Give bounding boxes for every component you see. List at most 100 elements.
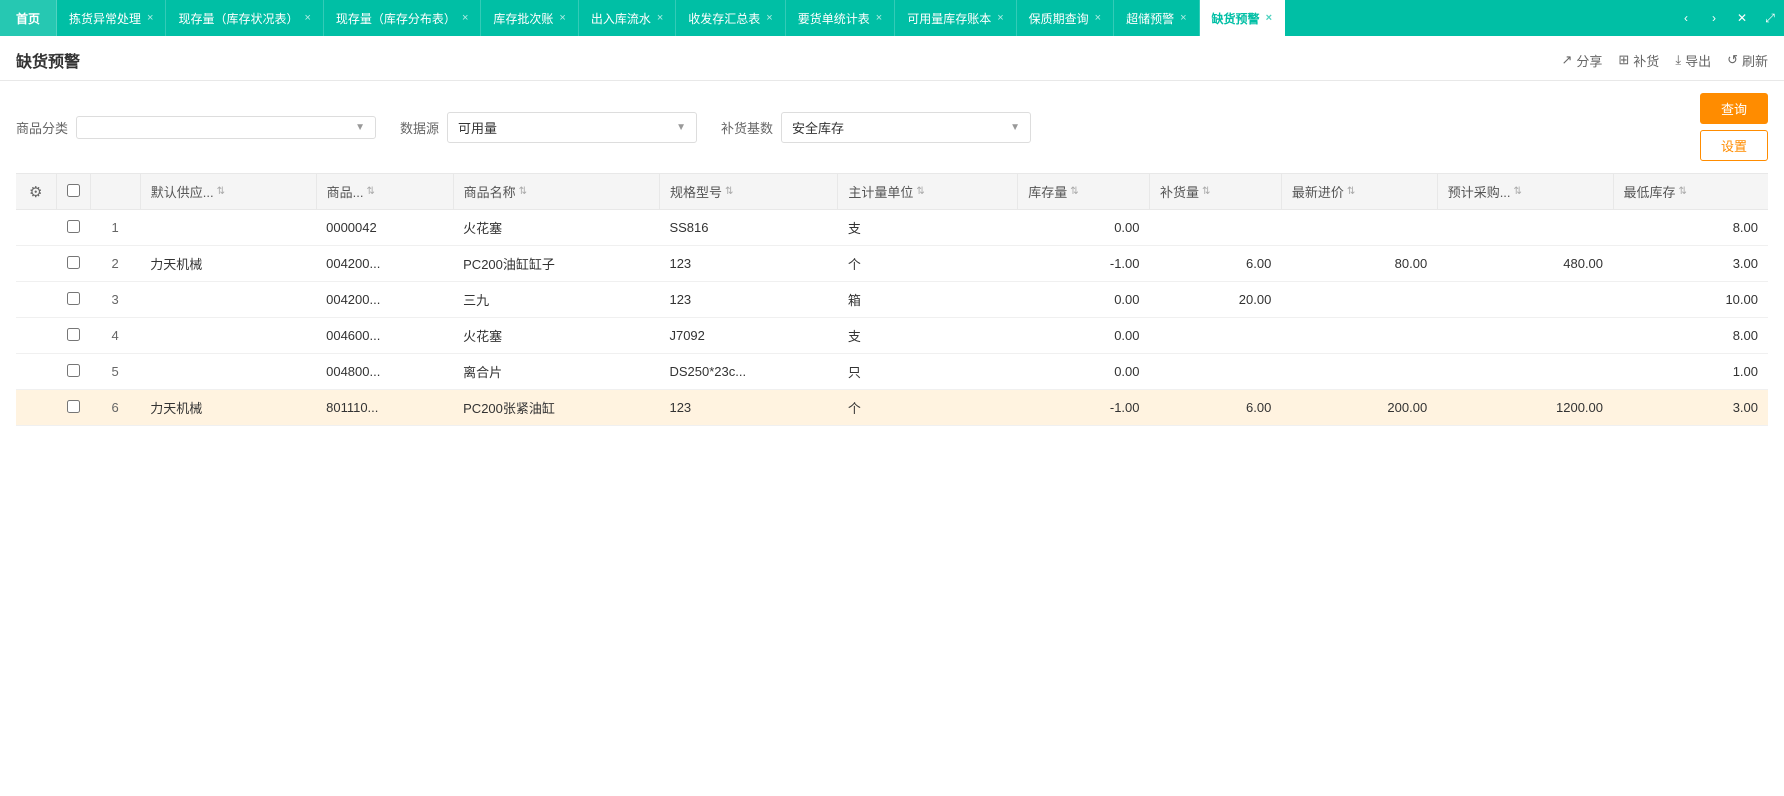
row-name-2: 三九: [453, 282, 659, 318]
tab-overstock-warning[interactable]: 超储预警 ×: [1114, 0, 1199, 36]
row-code-0: 0000042: [316, 210, 453, 246]
row-spec-5: 123: [659, 390, 837, 426]
table-container: ⚙ 默认供应... ⇅ 商品...: [0, 173, 1784, 426]
row-replenish-1: 6.00: [1150, 246, 1282, 282]
page-header: 缺货预警 ↗ 分享 ⊞ 补货 ⤓ 导出 ↺ 刷新: [0, 36, 1784, 81]
datasource-filter-group: 数据源 可用量 ▼: [400, 112, 697, 143]
settings-button[interactable]: 设置: [1700, 130, 1768, 161]
category-select[interactable]: ▼: [76, 116, 376, 139]
row-replenish-2: 20.00: [1150, 282, 1282, 318]
tab-batch-account[interactable]: 库存批次账 ×: [481, 0, 578, 36]
row-code-2: 004200...: [316, 282, 453, 318]
table-body: 1 0000042 火花塞 SS816 支 0.00 8.00 2 力天机械 0…: [16, 210, 1768, 426]
row-cb-0[interactable]: [67, 220, 80, 233]
close-tab-5[interactable]: ×: [657, 12, 663, 24]
row-cb-2[interactable]: [67, 292, 80, 305]
row-stock-3: 0.00: [1018, 318, 1150, 354]
close-tab-7[interactable]: ×: [876, 12, 882, 24]
row-cb-3[interactable]: [67, 328, 80, 341]
row-cb-5[interactable]: [67, 400, 80, 413]
row-latest-price-1: 80.00: [1281, 246, 1437, 282]
query-button[interactable]: 查询: [1700, 93, 1768, 124]
row-unit-5: 个: [838, 390, 1018, 426]
unit-sort-icon: ⇅: [916, 186, 924, 197]
export-button[interactable]: ⤓ 导出: [1675, 51, 1711, 70]
row-seq-1: 2: [90, 246, 140, 282]
row-latest-price-4: [1281, 354, 1437, 390]
tab-home[interactable]: 首页: [0, 0, 57, 36]
row-seq-5: 6: [90, 390, 140, 426]
row-unit-2: 箱: [838, 282, 1018, 318]
filter-actions: 查询 设置: [1700, 93, 1768, 161]
datasource-value: 可用量: [458, 118, 497, 137]
close-tab-10[interactable]: ×: [1180, 12, 1186, 24]
datasource-select[interactable]: 可用量 ▼: [447, 112, 697, 143]
row-min-stock-3: 8.00: [1613, 318, 1768, 354]
row-spec-3: J7092: [659, 318, 837, 354]
column-settings-icon[interactable]: ⚙: [29, 184, 42, 201]
row-supplier-5: 力天机械: [140, 390, 316, 426]
th-unit: 主计量单位 ⇅: [838, 174, 1018, 210]
replenish-base-filter-group: 补货基数 安全库存 ▼: [721, 112, 1031, 143]
row-settings-3: [16, 318, 56, 354]
row-settings-1: [16, 246, 56, 282]
close-tab-6[interactable]: ×: [766, 12, 772, 24]
th-name: 商品名称 ⇅: [453, 174, 659, 210]
tab-available-ledger[interactable]: 可用量库存账本 ×: [895, 0, 1016, 36]
close-tab-11[interactable]: ×: [1266, 12, 1272, 24]
category-filter-group: 商品分类 ▼: [16, 116, 376, 139]
row-supplier-3: [140, 318, 316, 354]
close-tab-2[interactable]: ×: [304, 12, 310, 24]
tab-shortage-warning[interactable]: 缺货预警 ×: [1200, 0, 1285, 36]
refresh-button[interactable]: ↺ 刷新: [1727, 51, 1768, 70]
close-tab-4[interactable]: ×: [559, 12, 565, 24]
th-code: 商品... ⇅: [316, 174, 453, 210]
close-all-tabs[interactable]: ✕: [1728, 0, 1756, 36]
tab-receipt-summary[interactable]: 收发存汇总表 ×: [676, 0, 785, 36]
nav-next-arrow[interactable]: ›: [1700, 0, 1728, 36]
th-spec: 规格型号 ⇅: [659, 174, 837, 210]
row-cb-1[interactable]: [67, 256, 80, 269]
replenish-icon: ⊞: [1618, 52, 1629, 68]
replenish-base-label: 补货基数: [721, 118, 773, 137]
row-replenish-0: [1150, 210, 1282, 246]
row-latest-price-3: [1281, 318, 1437, 354]
row-settings-4: [16, 354, 56, 390]
replenish-base-select[interactable]: 安全库存 ▼: [781, 112, 1031, 143]
row-latest-price-0: [1281, 210, 1437, 246]
maximize-btn[interactable]: ⤢: [1756, 0, 1784, 36]
tab-inventory-status[interactable]: 现存量（库存状况表） ×: [166, 0, 323, 36]
tab-inventory-dist[interactable]: 现存量（库存分布表） ×: [324, 0, 481, 36]
th-seq: [90, 174, 140, 210]
tab-inout-flow[interactable]: 出入库流水 ×: [579, 0, 676, 36]
table-row: 2 力天机械 004200... PC200油缸缸子 123 个 -1.00 6…: [16, 246, 1768, 282]
row-seq-3: 4: [90, 318, 140, 354]
row-est-purchase-3: [1437, 318, 1613, 354]
page-content: 缺货预警 ↗ 分享 ⊞ 补货 ⤓ 导出 ↺ 刷新 商品分类: [0, 36, 1784, 796]
page-title: 缺货预警: [16, 48, 80, 72]
export-icon: ⤓: [1675, 52, 1681, 68]
row-spec-4: DS250*23c...: [659, 354, 837, 390]
nav-prev-arrow[interactable]: ‹: [1672, 0, 1700, 36]
row-seq-0: 1: [90, 210, 140, 246]
tab-expiry-query[interactable]: 保质期查询 ×: [1017, 0, 1114, 36]
row-unit-4: 只: [838, 354, 1018, 390]
tab-picking-exception[interactable]: 拣货异常处理 ×: [57, 0, 166, 36]
row-supplier-0: [140, 210, 316, 246]
code-sort-icon: ⇅: [366, 186, 374, 197]
close-tab-9[interactable]: ×: [1095, 12, 1101, 24]
close-tab-8[interactable]: ×: [997, 12, 1003, 24]
row-supplier-2: [140, 282, 316, 318]
row-name-4: 离合片: [453, 354, 659, 390]
tab-order-stats[interactable]: 要货单统计表 ×: [786, 0, 895, 36]
select-all-checkbox[interactable]: [67, 184, 80, 197]
row-cb-4[interactable]: [67, 364, 80, 377]
replenish-button[interactable]: ⊞ 补货: [1618, 51, 1659, 70]
row-est-purchase-2: [1437, 282, 1613, 318]
row-min-stock-2: 10.00: [1613, 282, 1768, 318]
stock-sort-icon: ⇅: [1070, 186, 1078, 197]
close-tab-3[interactable]: ×: [462, 12, 468, 24]
share-button[interactable]: ↗ 分享: [1561, 51, 1602, 70]
close-tab-1[interactable]: ×: [147, 12, 153, 24]
row-min-stock-5: 3.00: [1613, 390, 1768, 426]
